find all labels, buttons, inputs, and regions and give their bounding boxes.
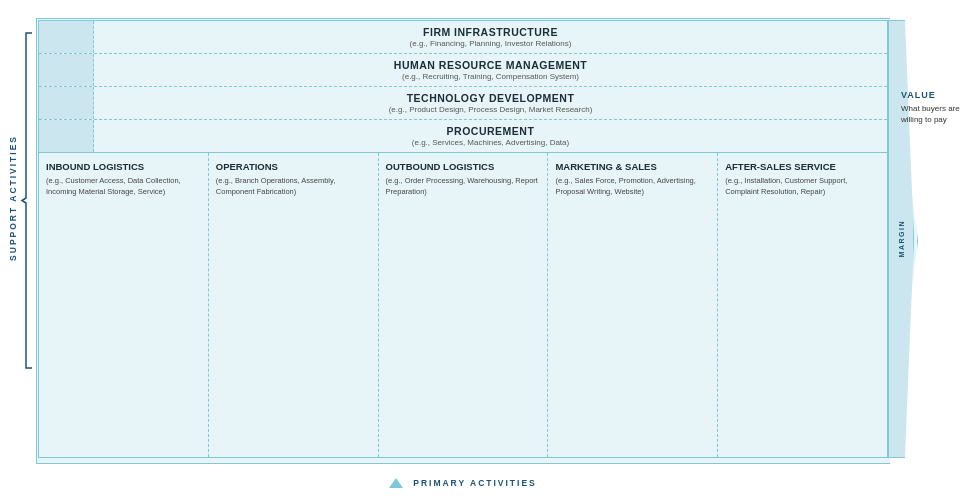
outbound-subtitle: (e.g., Order Processing, Warehousing, Re… bbox=[386, 176, 541, 196]
support-brace-icon bbox=[20, 28, 34, 373]
hr-title: HUMAN RESOURCE MANAGEMENT bbox=[394, 59, 587, 71]
aftersales-cell: AFTER-SALES SERVICE (e.g., Installation,… bbox=[718, 153, 887, 457]
procurement-row: PROCUREMENT (e.g., Services, Machines, A… bbox=[39, 120, 887, 153]
primary-rows-container: INBOUND LOGISTICS (e.g., Customer Access… bbox=[38, 153, 888, 458]
tech-title: TECHNOLOGY DEVELOPMENT bbox=[407, 92, 575, 104]
operations-title: OPERATIONS bbox=[216, 161, 371, 172]
firm-infra-subtitle: (e.g., Financing, Planning, Investor Rel… bbox=[410, 39, 572, 48]
marketing-cell: MARKETING & SALES (e.g., Sales Force, Pr… bbox=[548, 153, 718, 457]
inbound-title: INBOUND LOGISTICS bbox=[46, 161, 201, 172]
content-area: FIRM INFRASTRUCTURE (e.g., Financing, Pl… bbox=[38, 20, 888, 458]
support-rows-container: FIRM INFRASTRUCTURE (e.g., Financing, Pl… bbox=[38, 20, 888, 153]
proc-title: PROCUREMENT bbox=[447, 125, 535, 137]
primary-activities-label-area: PRIMARY ACTIVITIES bbox=[38, 478, 888, 488]
marketing-subtitle: (e.g., Sales Force, Promotion, Advertisi… bbox=[555, 176, 710, 196]
technology-row: TECHNOLOGY DEVELOPMENT (e.g., Product De… bbox=[39, 87, 887, 120]
aftersales-title: AFTER-SALES SERVICE bbox=[725, 161, 880, 172]
inbound-cell: INBOUND LOGISTICS (e.g., Customer Access… bbox=[39, 153, 209, 457]
tech-content: TECHNOLOGY DEVELOPMENT (e.g., Product De… bbox=[94, 87, 887, 119]
human-resource-row: HUMAN RESOURCE MANAGEMENT (e.g., Recruit… bbox=[39, 54, 887, 87]
aftersales-subtitle: (e.g., Installation, Customer Support, C… bbox=[725, 176, 880, 196]
margin-arrow-shape: MARGIN bbox=[888, 20, 914, 458]
support-label-text: SUPPORT ACTIVITIES bbox=[8, 135, 18, 261]
operations-cell: OPERATIONS (e.g., Branch Operations, Ass… bbox=[209, 153, 379, 457]
marketing-title: MARKETING & SALES bbox=[555, 161, 710, 172]
firm-infrastructure-row: FIRM INFRASTRUCTURE (e.g., Financing, Pl… bbox=[39, 21, 887, 54]
primary-activities-label: PRIMARY ACTIVITIES bbox=[413, 478, 537, 488]
hr-subtitle: (e.g., Recruiting, Training, Compensatio… bbox=[402, 72, 579, 81]
value-subtitle: What buyers are willing to pay bbox=[901, 104, 966, 126]
value-section: VALUE What buyers are willing to pay bbox=[901, 90, 966, 126]
outbound-title: OUTBOUND LOGISTICS bbox=[386, 161, 541, 172]
firm-infra-title: FIRM INFRASTRUCTURE bbox=[423, 26, 558, 38]
inbound-subtitle: (e.g., Customer Access, Data Collection,… bbox=[46, 176, 201, 196]
hr-content: HUMAN RESOURCE MANAGEMENT (e.g., Recruit… bbox=[94, 54, 887, 86]
tech-subtitle: (e.g., Product Design, Process Design, M… bbox=[389, 105, 593, 114]
value-title: VALUE bbox=[901, 90, 966, 100]
outbound-cell: OUTBOUND LOGISTICS (e.g., Order Processi… bbox=[379, 153, 549, 457]
operations-subtitle: (e.g., Branch Operations, Assembly, Comp… bbox=[216, 176, 371, 196]
primary-arrow-up-icon bbox=[389, 478, 403, 488]
diagram-wrapper: SUPPORT ACTIVITIES FIRM INFRASTRUCTURE (… bbox=[0, 0, 970, 500]
margin-label-text: MARGIN bbox=[898, 220, 905, 257]
proc-content: PROCUREMENT (e.g., Services, Machines, A… bbox=[94, 120, 887, 152]
proc-subtitle: (e.g., Services, Machines, Advertising, … bbox=[412, 138, 569, 147]
firm-infra-content: FIRM INFRASTRUCTURE (e.g., Financing, Pl… bbox=[94, 21, 887, 53]
